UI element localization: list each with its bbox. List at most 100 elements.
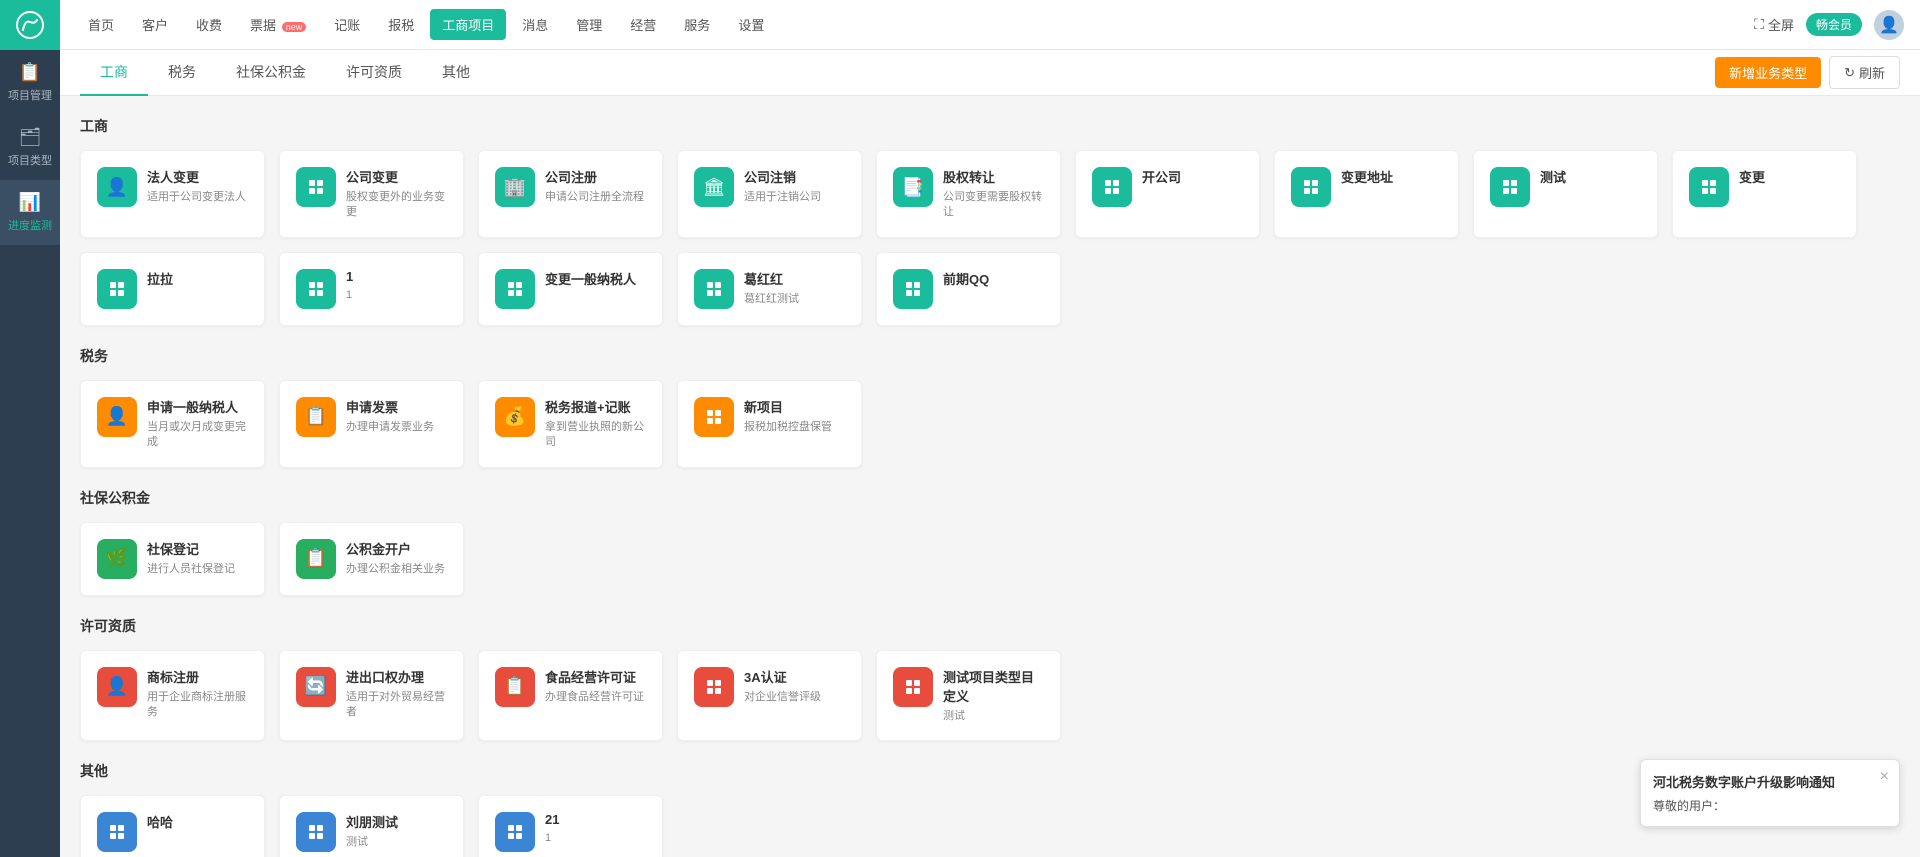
card-icon-haha <box>97 812 137 852</box>
card-apply-taxpayer[interactable]: 👤 申请一般纳税人 当月或次月成变更完成 <box>80 380 265 468</box>
card-test[interactable]: 测试 <box>1473 150 1658 238</box>
card-desc: 办理食品经营许可证 <box>545 690 646 705</box>
card-legal-change[interactable]: 👤 法人变更 适用于公司变更法人 <box>80 150 265 238</box>
card-icon-change <box>1689 167 1729 207</box>
card-title: 变更地址 <box>1341 167 1442 186</box>
card-company-cancel[interactable]: 🏛 公司注销 适用于注销公司 <box>677 150 862 238</box>
card-apply-invoice[interactable]: 📋 申请发票 办理申请发票业务 <box>279 380 464 468</box>
member-button[interactable]: 畅会员 <box>1806 13 1862 36</box>
subtab-shebao[interactable]: 社保公积金 <box>216 50 326 96</box>
shebao-cards-grid: 🌿 社保登记 进行人员社保登记 📋 公积金开户 办理公积金相关业务 <box>80 522 1900 596</box>
page-content: 工商 👤 法人变更 适用于公司变更法人 <box>60 96 1920 857</box>
card-title: 食品经营许可证 <box>545 667 646 686</box>
progress-icon: 📊 <box>19 192 41 213</box>
card-haha[interactable]: 哈哈 <box>80 795 265 857</box>
add-type-button[interactable]: 新增业务类型 <box>1715 57 1821 88</box>
card-title: 前期QQ <box>943 269 1044 288</box>
card-icon-apply-taxpayer: 👤 <box>97 397 137 437</box>
card-title: 3A认证 <box>744 667 845 686</box>
sidebar-item-label: 项目类型 <box>8 152 52 168</box>
card-liupeng[interactable]: 刘朋测试 测试 <box>279 795 464 857</box>
card-title: 变更一般纳税人 <box>545 269 646 288</box>
subtab-gongshang[interactable]: 工商 <box>80 50 148 96</box>
nav-settings[interactable]: 设置 <box>726 9 776 40</box>
card-title: 新项目 <box>744 397 845 416</box>
card-equity-transfer[interactable]: 📑 股权转让 公司变更需要股权转让 <box>876 150 1061 238</box>
card-company-change[interactable]: 公司变更 股权变更外的业务变更 <box>279 150 464 238</box>
card-title: 1 <box>346 269 447 284</box>
card-title: 公司注册 <box>545 167 646 186</box>
card-preqq[interactable]: 前期QQ <box>876 252 1061 326</box>
card-desc: 用于企业商标注册服务 <box>147 690 248 721</box>
card-title: 申请发票 <box>346 397 447 416</box>
card-21[interactable]: 21 1 <box>478 795 663 857</box>
card-import-export[interactable]: 🔄 进出口权办理 适用于对外贸易经营者 <box>279 650 464 741</box>
subtab-other[interactable]: 其他 <box>422 50 490 96</box>
notification-close-btn[interactable]: × <box>1880 768 1889 786</box>
other-cards-grid: 哈哈 刘朋测试 测试 <box>80 795 1900 857</box>
nav-ticket[interactable]: 票据 new <box>238 9 318 40</box>
gongshang-cards-grid: 👤 法人变更 适用于公司变更法人 公司变更 <box>80 150 1900 326</box>
card-change-address[interactable]: 变更地址 <box>1274 150 1459 238</box>
sidebar-item-progress[interactable]: 📊 进度监测 <box>0 180 60 245</box>
card-icon-honghong <box>694 269 734 309</box>
card-new-project[interactable]: 新项目 报税加税控盘保管 <box>677 380 862 468</box>
other-section: 其他 哈哈 <box>80 761 1900 857</box>
card-icon-21 <box>495 812 535 852</box>
card-company-register[interactable]: 🏢 公司注册 申请公司注册全流程 <box>478 150 663 238</box>
nav-client[interactable]: 客户 <box>130 9 180 40</box>
nav-management[interactable]: 管理 <box>564 9 614 40</box>
nav-billing[interactable]: 收费 <box>184 9 234 40</box>
avatar[interactable]: 👤 <box>1874 10 1904 40</box>
fullscreen-btn[interactable]: ⛶ 全屏 <box>1754 15 1794 34</box>
refresh-button[interactable]: ↻ 刷新 <box>1829 56 1900 89</box>
card-change-taxpayer[interactable]: 变更一般纳税人 <box>478 252 663 326</box>
card-icon-company-cancel: 🏛 <box>694 167 734 207</box>
card-open-company[interactable]: 开公司 <box>1075 150 1260 238</box>
card-trademark[interactable]: 👤 商标注册 用于企业商标注册服务 <box>80 650 265 741</box>
sidebar-item-project-type[interactable]: 🗂 项目类型 <box>0 115 60 180</box>
card-icon-trademark: 👤 <box>97 667 137 707</box>
card-desc: 股权变更外的业务变更 <box>346 190 447 221</box>
section-title-other: 其他 <box>80 761 1900 781</box>
card-fund-open[interactable]: 📋 公积金开户 办理公积金相关业务 <box>279 522 464 596</box>
section-title-permit: 许可资质 <box>80 616 1900 636</box>
card-icon-company-register: 🏢 <box>495 167 535 207</box>
permit-cards-grid: 👤 商标注册 用于企业商标注册服务 🔄 进出口权办理 适用于对外贸易经营者 <box>80 650 1900 741</box>
card-icon-tax-report: 💰 <box>495 397 535 437</box>
card-test-type[interactable]: 测试项目类型目定义 测试 <box>876 650 1061 741</box>
card-desc: 进行人员社保登记 <box>147 562 248 577</box>
card-food-permit[interactable]: 📋 食品经营许可证 办理食品经营许可证 <box>478 650 663 741</box>
card-title: 进出口权办理 <box>346 667 447 686</box>
card-icon-test <box>1490 167 1530 207</box>
subtab-permit[interactable]: 许可资质 <box>326 50 422 96</box>
nav-operation[interactable]: 经营 <box>618 9 668 40</box>
fullscreen-icon: ⛶ <box>1754 16 1764 33</box>
card-tax-report[interactable]: 💰 税务报道+记账 拿到营业执照的新公司 <box>478 380 663 468</box>
main-content: 首页 客户 收费 票据 new 记账 报税 工商项目 消息 管理 经营 服务 设… <box>60 0 1920 857</box>
topnav-right: ⛶ 全屏 畅会员 👤 <box>1754 10 1904 40</box>
sidebar-item-label: 进度监测 <box>8 217 52 233</box>
nav-message[interactable]: 消息 <box>510 9 560 40</box>
card-social-register[interactable]: 🌿 社保登记 进行人员社保登记 <box>80 522 265 596</box>
nav-home[interactable]: 首页 <box>76 9 126 40</box>
card-desc: 办理申请发票业务 <box>346 420 447 435</box>
nav-tax[interactable]: 报税 <box>376 9 426 40</box>
card-desc: 适用于注销公司 <box>744 190 845 205</box>
permit-section: 许可资质 👤 商标注册 用于企业商标注册服务 🔄 <box>80 616 1900 741</box>
nav-industry[interactable]: 工商项目 <box>430 9 506 40</box>
card-title: 哈哈 <box>147 812 248 831</box>
nav-service[interactable]: 服务 <box>672 9 722 40</box>
sidebar-item-project-manage[interactable]: 📋 项目管理 <box>0 50 60 115</box>
top-nav: 首页 客户 收费 票据 new 记账 报税 工商项目 消息 管理 经营 服务 设… <box>60 0 1920 50</box>
card-lala[interactable]: 拉拉 <box>80 252 265 326</box>
avatar-icon: 👤 <box>1879 15 1899 35</box>
section-title-shuiwu: 税务 <box>80 346 1900 366</box>
nav-accounting[interactable]: 记账 <box>322 9 372 40</box>
subtab-shuiwu[interactable]: 税务 <box>148 50 216 96</box>
card-change[interactable]: 变更 <box>1672 150 1857 238</box>
card-one[interactable]: 1 1 <box>279 252 464 326</box>
card-3a-cert[interactable]: 3A认证 对企业信誉评级 <box>677 650 862 741</box>
card-desc: 测试 <box>346 835 447 850</box>
card-honghong[interactable]: 葛红红 葛红红测试 <box>677 252 862 326</box>
